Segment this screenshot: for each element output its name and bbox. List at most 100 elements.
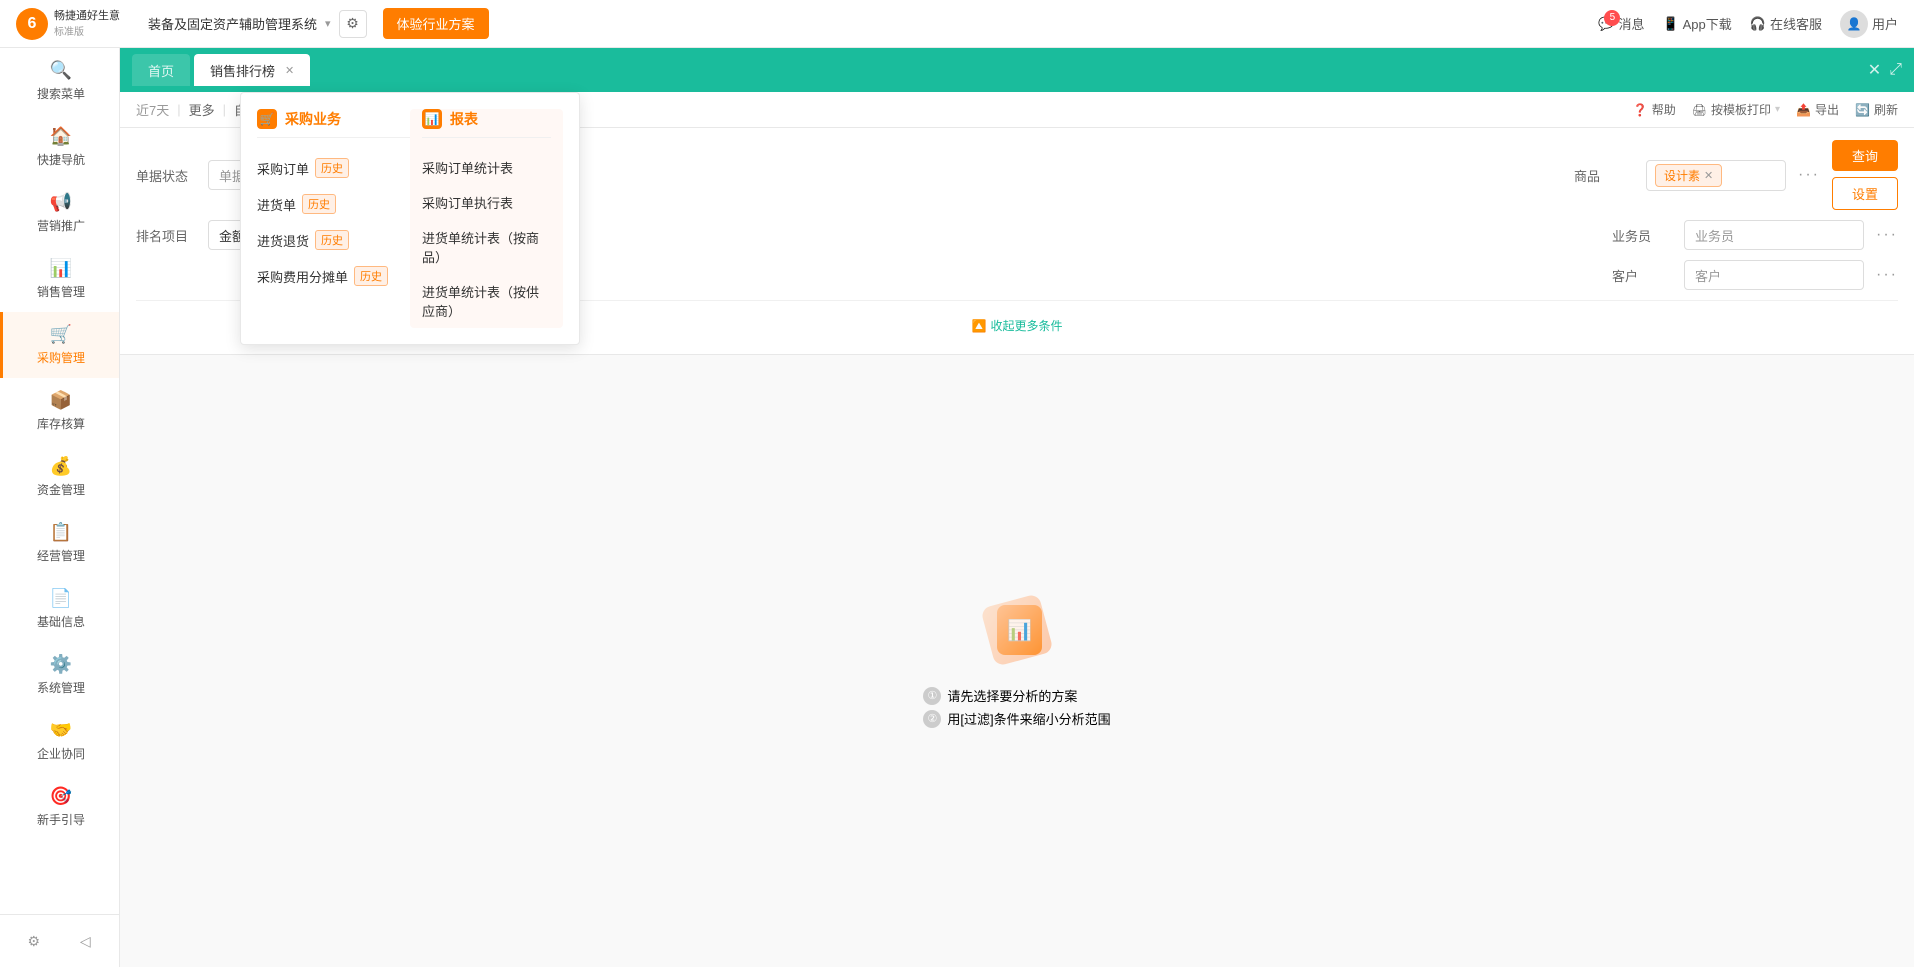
dropdown-purchase-section: 🛒 采购业务 采购订单 历史 进货单 历史 进货退货 历史	[257, 109, 410, 328]
sidebar-label-quick-nav: 快捷导航	[37, 151, 85, 168]
refresh-btn[interactable]: 🔄 刷新	[1855, 101, 1898, 118]
goods-input-area[interactable]: 设计素 ✕	[1646, 160, 1786, 191]
search-icon: 🔍	[50, 60, 72, 81]
system-dropdown-arrow[interactable]: ▾	[325, 17, 331, 30]
app-download-btn[interactable]: 📱 App下载	[1662, 14, 1731, 33]
order-stat-label: 采购订单统计表	[422, 158, 513, 177]
online-service-label: 在线客服	[1770, 14, 1822, 33]
salesperson-select[interactable]: 业务员	[1684, 220, 1864, 250]
dropdown-item-purchase-order[interactable]: 采购订单 历史	[257, 150, 410, 186]
messages-btn[interactable]: 💬 5 消息	[1598, 14, 1644, 33]
phone-icon: 📱	[1662, 16, 1678, 32]
sidebar-item-inventory[interactable]: 📦 库存核算	[0, 378, 119, 444]
tab-sales-rank[interactable]: 销售排行榜 ✕	[194, 54, 310, 86]
goods-tag-text: 设计素	[1664, 167, 1700, 184]
print-btn[interactable]: 🖨 按模板打印 ▾	[1692, 101, 1780, 118]
print-chevron[interactable]: ▾	[1775, 104, 1780, 115]
content-area: 首页 销售排行榜 ✕ ✕ ⤢ 近7天 | 更多 | 自定义 -12-31	[120, 48, 1914, 967]
sidebar-item-quick-nav[interactable]: 🏠 快捷导航	[0, 114, 119, 180]
collapse-icon: 🔼	[972, 319, 987, 333]
brand-name: 畅捷通好生意	[54, 9, 120, 23]
sales-icon: 📊	[50, 258, 72, 279]
customer-more-btn[interactable]: ···	[1876, 266, 1898, 284]
salesperson-more-btn[interactable]: ···	[1876, 226, 1898, 244]
customer-select[interactable]: 客户	[1684, 260, 1864, 290]
sidebar-item-operations[interactable]: 📋 经营管理	[0, 510, 119, 576]
enterprise-icon: 🤝	[50, 720, 72, 741]
goods-tag-close[interactable]: ✕	[1704, 169, 1713, 182]
tab-close-icon[interactable]: ✕	[285, 64, 294, 77]
return-hist[interactable]: 历史	[315, 230, 349, 250]
refresh-icon: 🔄	[1855, 103, 1870, 117]
export-icon: 📤	[1796, 103, 1811, 117]
salesperson-label: 业务员	[1612, 226, 1672, 245]
goods-stat-label: 进货单统计表（按商品）	[422, 228, 551, 266]
sidebar-label-basic-info: 基础信息	[37, 613, 85, 630]
purchase-dropdown: 🛒 采购业务 采购订单 历史 进货单 历史 进货退货 历史	[240, 92, 580, 345]
sidebar-settings-btn[interactable]: ⚙	[20, 927, 48, 955]
operations-icon: 📋	[50, 522, 72, 543]
print-label: 按模板打印	[1711, 101, 1771, 118]
purchase-section-label: 采购业务	[285, 109, 341, 129]
sidebar-collapse-btn[interactable]: ◁	[71, 927, 99, 955]
tab-bar-maximize-icon[interactable]: ⤢	[1889, 61, 1902, 79]
collapse-label: 收起更多条件	[990, 317, 1062, 334]
sidebar-item-enterprise[interactable]: 🤝 企业协同	[0, 708, 119, 774]
query-button[interactable]: 查询	[1832, 140, 1898, 171]
sidebar-item-system[interactable]: ⚙️ 系统管理	[0, 642, 119, 708]
user-btn[interactable]: 👤 用户	[1840, 10, 1898, 38]
doc-status-label: 单据状态	[136, 166, 196, 185]
dropdown-item-goods-stat[interactable]: 进货单统计表（按商品）	[422, 220, 551, 274]
collapse-btn[interactable]: 🔼 收起更多条件	[964, 309, 1071, 342]
sidebar-label-marketing: 营销推广	[37, 217, 85, 234]
online-service-btn[interactable]: 🎧 在线客服	[1750, 14, 1822, 33]
top-bar: 6 畅捷通好生意 标准版 装备及固定资产辅助管理系统 ▾ ⚙ 体验行业方案 💬 …	[0, 0, 1914, 48]
logo-icon: 6	[16, 8, 48, 40]
dropdown-item-supplier-stat[interactable]: 进货单统计表（按供应商）	[422, 274, 551, 328]
app-download-label: App下载	[1683, 14, 1732, 33]
sidebar-item-search[interactable]: 🔍 搜索菜单	[0, 48, 119, 114]
expense-hist[interactable]: 历史	[354, 266, 388, 286]
refresh-label: 刷新	[1874, 101, 1898, 118]
sidebar-item-purchase[interactable]: 🛒 采购管理	[0, 312, 119, 378]
sidebar-label-sales: 销售管理	[37, 283, 85, 300]
sidebar-label-purchase: 采购管理	[37, 349, 85, 366]
system-title-area: 装备及固定资产辅助管理系统 ▾ ⚙ 体验行业方案	[136, 8, 1598, 39]
tab-home[interactable]: 首页	[132, 54, 190, 86]
dropdown-grid: 🛒 采购业务 采购订单 历史 进货单 历史 进货退货 历史	[257, 109, 563, 328]
salesperson-placeholder: 业务员	[1695, 226, 1734, 245]
sidebar-item-finance[interactable]: 💰 资金管理	[0, 444, 119, 510]
sidebar-item-basic-info[interactable]: 📄 基础信息	[0, 576, 119, 642]
set-button[interactable]: 设置	[1832, 177, 1898, 210]
sidebar-item-sales[interactable]: 📊 销售管理	[0, 246, 119, 312]
avatar-icon: 👤	[1847, 17, 1862, 31]
dropdown-item-return[interactable]: 进货退货 历史	[257, 222, 410, 258]
tab-bar-close-icon[interactable]: ✕	[1868, 60, 1881, 80]
industry-btn[interactable]: 体验行业方案	[383, 8, 489, 39]
brand-info: 畅捷通好生意 标准版	[54, 9, 120, 38]
incoming-hist[interactable]: 历史	[302, 194, 336, 214]
dropdown-item-incoming[interactable]: 进货单 历史	[257, 186, 410, 222]
supplier-stat-label: 进货单统计表（按供应商）	[422, 282, 551, 320]
dropdown-item-expense[interactable]: 采购费用分摊单 历史	[257, 258, 410, 294]
goods-label: 商品	[1574, 166, 1634, 185]
dropdown-item-order-exec[interactable]: 采购订单执行表	[422, 185, 551, 220]
rank-label: 排名项目	[136, 226, 196, 245]
logo-area: 6 畅捷通好生意 标准版	[16, 8, 136, 40]
user-label: 用户	[1872, 14, 1898, 33]
help-label: 帮助	[1652, 101, 1676, 118]
system-gear-button[interactable]: ⚙	[339, 10, 367, 38]
dropdown-item-order-stat[interactable]: 采购订单统计表	[422, 150, 551, 185]
sidebar-item-guide[interactable]: 🎯 新手引导	[0, 774, 119, 840]
guide-icon: 🎯	[50, 786, 72, 807]
export-btn[interactable]: 📤 导出	[1796, 101, 1839, 118]
purchase-order-hist[interactable]: 历史	[315, 158, 349, 178]
help-btn[interactable]: ❓ 帮助	[1633, 101, 1676, 118]
main-layout: 🔍 搜索菜单 🏠 快捷导航 📢 营销推广 📊 销售管理 🛒 采购管理 📦 库存核…	[0, 48, 1914, 967]
sidebar-item-marketing[interactable]: 📢 营销推广	[0, 180, 119, 246]
basic-info-icon: 📄	[50, 588, 72, 609]
sidebar-label-finance: 资金管理	[37, 481, 85, 498]
empty-icon-front: 📊	[997, 605, 1042, 655]
time-more-btn[interactable]: 更多	[189, 100, 215, 119]
goods-more-btn[interactable]: ···	[1798, 166, 1820, 184]
